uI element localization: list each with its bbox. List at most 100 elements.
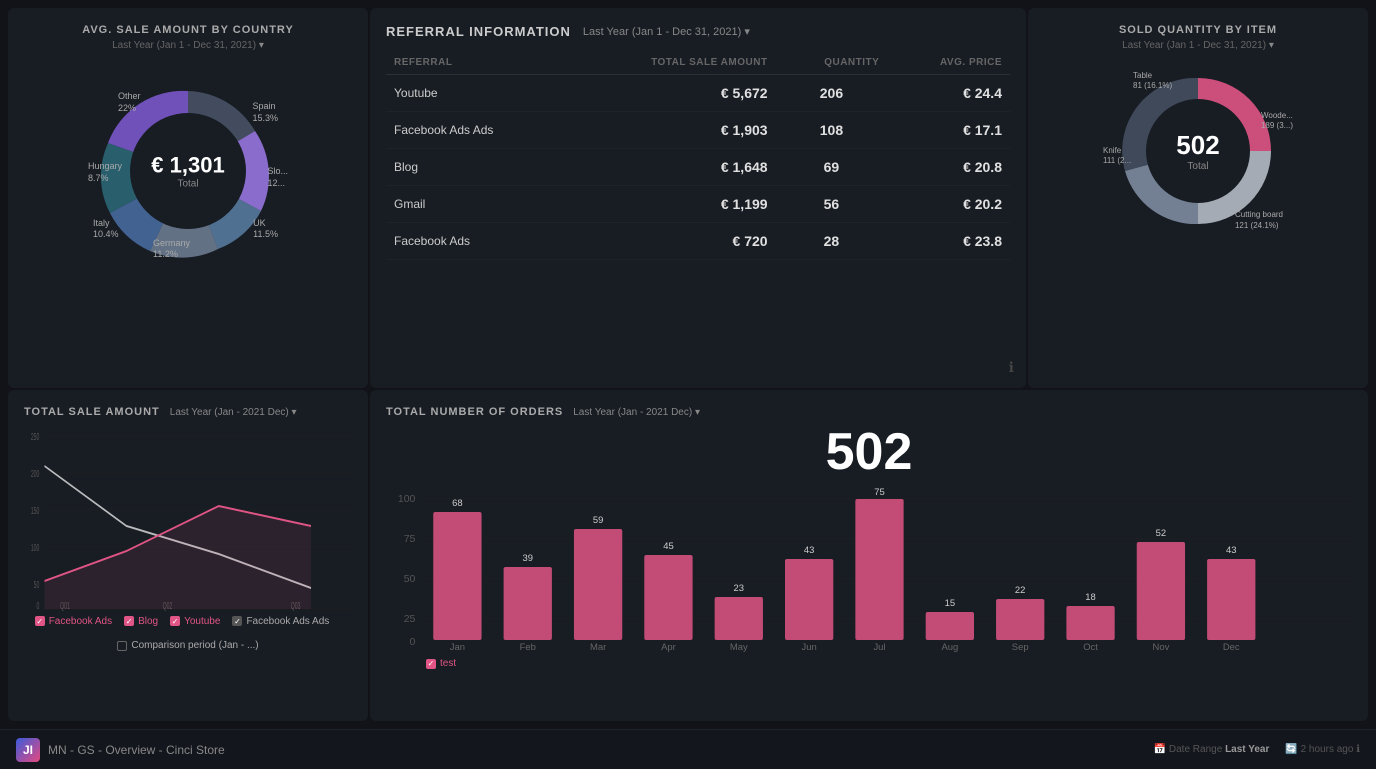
country-italy: Italy10.4% xyxy=(93,218,119,241)
referral-name: Youtube xyxy=(386,75,567,112)
sold-total-label: Total xyxy=(1176,161,1219,172)
table-row: Gmail € 1,199 56 € 20.2 xyxy=(386,186,1010,223)
col-referral: Referral xyxy=(386,51,567,75)
country-slovakia: Slo...12... xyxy=(267,166,288,189)
svg-text:Feb: Feb xyxy=(520,642,536,652)
item-table: Table81 (16.1%) xyxy=(1133,71,1172,92)
legend-comparison: Comparison period (Jan - ...) xyxy=(117,640,258,651)
country-other: Other22% xyxy=(118,91,141,114)
total-sale-dropdown[interactable]: Last Year (Jan - 2021 Dec) ▾ xyxy=(170,407,297,418)
svg-text:39: 39 xyxy=(522,553,533,563)
total-orders-dropdown[interactable]: Last Year (Jan - 2021 Dec) ▾ xyxy=(573,407,700,418)
total-sale-title: TOTAL SALE AMOUNT xyxy=(24,406,160,418)
svg-text:0: 0 xyxy=(410,637,416,648)
referral-avg: € 20.8 xyxy=(887,149,1010,186)
svg-text:59: 59 xyxy=(593,515,604,525)
referral-avg: € 24.4 xyxy=(887,75,1010,112)
sold-qty-donut: 502 Total Table81 (16.1%) Woode...189 (3… xyxy=(1108,61,1288,241)
svg-text:18: 18 xyxy=(1085,592,1096,602)
svg-text:43: 43 xyxy=(804,545,815,555)
svg-text:Sep: Sep xyxy=(1012,642,1029,652)
sold-qty-panel: SOLD QUANTITY BY ITEM Last Year (Jan 1 -… xyxy=(1028,8,1368,388)
svg-text:Jun: Jun xyxy=(802,642,817,652)
svg-text:Oct: Oct xyxy=(1083,642,1098,652)
sold-qty-title: SOLD QUANTITY BY ITEM xyxy=(1044,24,1352,36)
svg-text:250: 250 xyxy=(31,431,40,442)
table-row: Blog € 1,648 69 € 20.8 xyxy=(386,149,1010,186)
referral-qty: 56 xyxy=(776,186,888,223)
bottom-bar: JI MN - GS - Overview - Cinci Store 📅 Da… xyxy=(0,729,1376,769)
avg-sale-dropdown[interactable] xyxy=(259,40,264,51)
country-uk: UK11.5% xyxy=(253,218,278,241)
svg-text:Jan: Jan xyxy=(450,642,465,652)
total-sale-panel: TOTAL SALE AMOUNT Last Year (Jan - 2021 … xyxy=(8,390,368,721)
svg-text:43: 43 xyxy=(1226,545,1237,555)
svg-text:50: 50 xyxy=(404,574,416,585)
col-qty: QUANTITY xyxy=(776,51,888,75)
svg-text:150: 150 xyxy=(31,505,40,516)
legend-fb-ads-ads: ✓ Facebook Ads Ads xyxy=(232,614,329,628)
col-total: TOTAL SALE AMOUNT xyxy=(567,51,775,75)
line-chart-legend: ✓ Facebook Ads ✓ Blog ✓ Youtube ✓ Facebo… xyxy=(24,614,352,651)
updated-ago: 2 hours ago xyxy=(1301,744,1354,755)
referral-avg: € 20.2 xyxy=(887,186,1010,223)
svg-text:22: 22 xyxy=(1015,585,1026,595)
app-icon: JI xyxy=(16,738,40,762)
referral-qty: 206 xyxy=(776,75,888,112)
legend-test: ✓ test xyxy=(426,658,456,669)
svg-text:100: 100 xyxy=(398,494,416,505)
item-cutting: Cutting board121 (24.1%) xyxy=(1235,210,1283,231)
referral-dropdown[interactable]: Last Year (Jan 1 - Dec 31, 2021) ▾ xyxy=(583,25,750,38)
avg-sale-value: € 1,301 xyxy=(151,153,224,179)
referral-name: Blog xyxy=(386,149,567,186)
svg-text:75: 75 xyxy=(874,487,885,497)
referral-title: REFERRAL INFORMATION xyxy=(386,24,571,39)
svg-text:52: 52 xyxy=(1156,528,1167,538)
referral-name: Facebook Ads Ads xyxy=(386,112,567,149)
svg-text:45: 45 xyxy=(663,541,674,551)
svg-text:200: 200 xyxy=(31,468,40,479)
referral-total: € 1,903 xyxy=(567,112,775,149)
total-orders-panel: TOTAL NUMBER OF ORDERS Last Year (Jan - … xyxy=(370,390,1368,721)
referral-name: Gmail xyxy=(386,186,567,223)
app-title: MN - GS - Overview - Cinci Store xyxy=(48,743,225,757)
svg-text:Dec: Dec xyxy=(1223,642,1240,652)
info-icon: ℹ xyxy=(1009,359,1014,376)
country-germany: Germany11.2% xyxy=(153,238,190,261)
referral-total: € 1,199 xyxy=(567,186,775,223)
total-orders-value: 502 xyxy=(386,422,1352,482)
date-range-label: Last Year xyxy=(1225,744,1269,755)
avg-sale-subtitle[interactable]: Last Year (Jan 1 - Dec 31, 2021) xyxy=(24,40,352,51)
country-hungary: Hungary8.7% xyxy=(88,161,122,184)
bottom-left: JI MN - GS - Overview - Cinci Store xyxy=(16,738,225,762)
referral-name: Facebook Ads xyxy=(386,223,567,260)
legend-blog: ✓ Blog xyxy=(124,614,158,628)
svg-text:25: 25 xyxy=(404,614,416,625)
total-sale-header: TOTAL SALE AMOUNT Last Year (Jan - 2021 … xyxy=(24,406,352,418)
line-chart: 250 200 150 100 50 0 Q01 Q02 Q03 xyxy=(24,426,352,606)
avg-sale-center-label: Total xyxy=(151,179,224,190)
avg-sale-panel: AVG. SALE AMOUNT BY COUNTRY Last Year (J… xyxy=(8,8,368,388)
referral-qty: 69 xyxy=(776,149,888,186)
bar-chart-legend: ✓ test xyxy=(386,658,1352,669)
svg-text:68: 68 xyxy=(452,498,463,508)
item-knife: Knife111 (2... xyxy=(1103,146,1131,167)
sold-qty-subtitle[interactable]: Last Year (Jan 1 - Dec 31, 2021) xyxy=(1044,40,1352,51)
table-row: Facebook Ads € 720 28 € 23.8 xyxy=(386,223,1010,260)
referral-avg: € 17.1 xyxy=(887,112,1010,149)
country-spain: Spain15.3% xyxy=(252,101,278,124)
referral-qty: 28 xyxy=(776,223,888,260)
svg-text:Aug: Aug xyxy=(941,642,958,652)
avg-sale-center: € 1,301 Total xyxy=(151,153,224,190)
referral-total: € 1,648 xyxy=(567,149,775,186)
item-wooden: Woode...189 (3...) xyxy=(1261,111,1293,132)
svg-text:0: 0 xyxy=(37,600,40,611)
svg-text:15: 15 xyxy=(945,598,956,608)
referral-table: Referral TOTAL SALE AMOUNT QUANTITY AVG.… xyxy=(386,51,1010,260)
svg-text:100: 100 xyxy=(31,542,40,553)
avg-sale-donut: € 1,301 Total Other22% Spain15.3% Slo...… xyxy=(88,71,288,271)
col-avg: AVG. PRICE xyxy=(887,51,1010,75)
referral-panel: REFERRAL INFORMATION Last Year (Jan 1 - … xyxy=(370,8,1026,388)
total-orders-header: TOTAL NUMBER OF ORDERS Last Year (Jan - … xyxy=(386,406,1352,418)
bottom-right: 📅 Date Range Last Year 🔄 2 hours ago ℹ xyxy=(1154,744,1360,755)
